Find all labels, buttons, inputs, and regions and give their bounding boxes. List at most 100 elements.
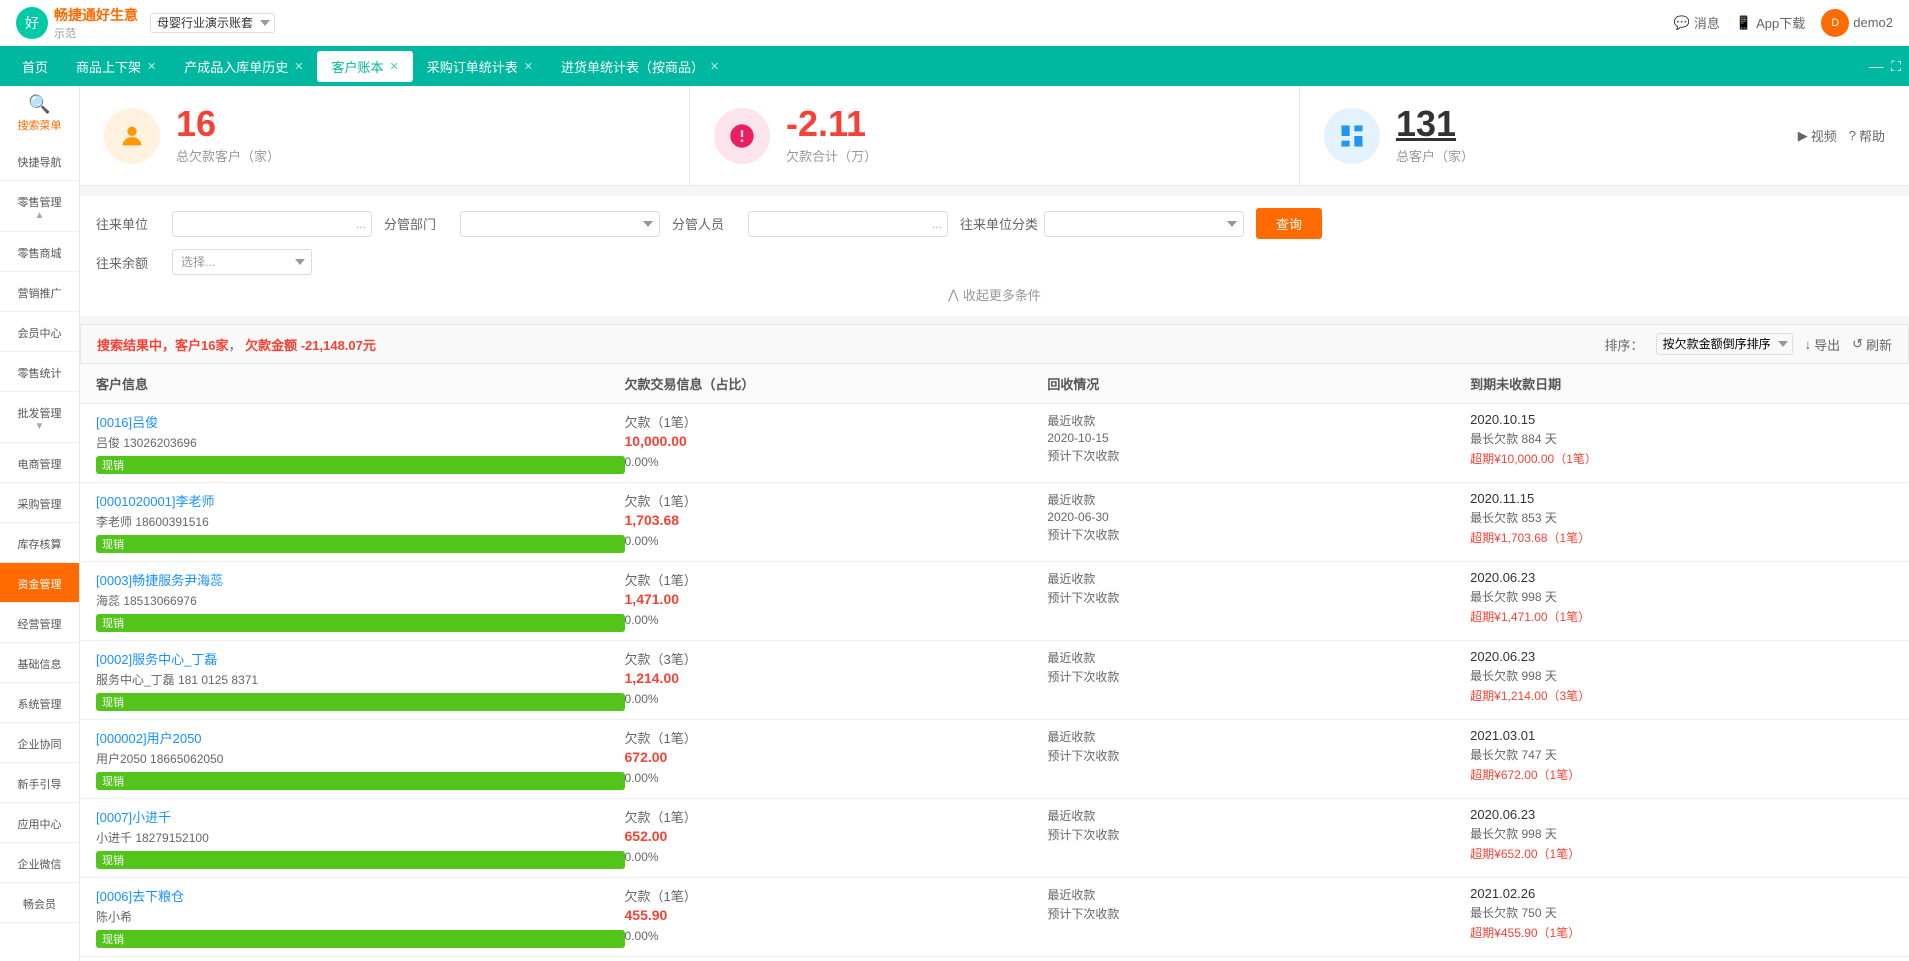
table-row: [0001020001]李老师 李老师 18600391516 现销 欠款（1笔… [80,483,1909,562]
sidebar-item-vip[interactable]: 畅会员 [0,883,79,923]
stat-card-total: 131 总客户（家） ▶ 视频 ? 帮助 [1300,86,1909,185]
sidebar-item-finance[interactable]: 资金管理 [0,563,79,603]
overdue-link[interactable]: 超期¥1,471.00（1笔） [1470,608,1893,625]
overdue-link[interactable]: 超期¥10,000.00（1笔） [1470,450,1893,467]
table-row-content: [0016]吕俊 吕俊 13026203696 现销 欠款（1笔） 10,000… [80,404,1909,482]
sidebar-item-operations[interactable]: 经营管理 [0,603,79,643]
payment-info: 最近收款 预计下次收款 [1047,728,1470,764]
sidebar-item-purchase[interactable]: 采购管理 [0,483,79,523]
table-row: [000001]黄思源 黄思源 13552700226 现销 欠款（1笔） 42… [80,957,1909,961]
video-link[interactable]: ▶ 视频 [1798,126,1837,145]
close-icon[interactable]: ✕ [390,60,399,73]
sidebar-item-guide[interactable]: 新手引导 [0,763,79,803]
overdue-link[interactable]: 超期¥652.00（1笔） [1470,845,1893,862]
collapse-btn[interactable]: ⋀ 收起更多条件 [96,285,1893,304]
filter-balance-select[interactable]: 选择... [172,249,312,275]
filter-customer-input[interactable] [172,211,372,237]
customer-name-link[interactable]: [0006]去下粮仓 [96,886,625,905]
stat-icon-2 [714,108,770,164]
table-header: 客户信息 欠款交易信息（占比） 回收情况 到期未收款日期 [80,364,1909,404]
customer-name-link[interactable]: [0002]服务中心_丁磊 [96,649,625,668]
refresh-link[interactable]: ↺ 刷新 [1852,335,1892,354]
close-icon[interactable]: ✕ [294,60,303,73]
sidebar-item-quick-nav[interactable]: 快捷导航 [0,141,79,181]
filter-row-2: 往来余额 选择... [96,249,1893,275]
avatar: D [1821,9,1849,37]
ellipsis-icon: ... [356,217,366,231]
sidebar-item-ecommerce[interactable]: 电商管理 [0,443,79,483]
customer-info: [0016]吕俊 吕俊 13026203696 现销 [96,412,625,474]
filter-balance: 往来余额 选择... [96,249,312,275]
customer-name-link[interactable]: [0003]畅捷服务尹海蕊 [96,570,625,589]
export-link[interactable]: ↓ 导出 [1805,335,1841,354]
filter-customer-wrapper: ... [172,211,372,237]
stat-card-actions: ▶ 视频 ? 帮助 [1798,126,1885,145]
close-icon[interactable]: ✕ [524,60,533,73]
customer-name-link[interactable]: [0001020001]李老师 [96,491,625,510]
stat-card-amount: -2.11 欠款合计（万） [690,86,1300,185]
sidebar-item-enterprise[interactable]: 企业协同 [0,723,79,763]
close-icon[interactable]: ✕ [710,60,719,73]
sidebar-item-wechat[interactable]: 企业微信 [0,843,79,883]
table-row: [0016]吕俊 吕俊 13026203696 现销 欠款（1笔） 10,000… [80,404,1909,483]
sidebar-item-basic-info[interactable]: 基础信息 [0,643,79,683]
filter-dept: 分管部门 [384,211,660,237]
close-icon[interactable]: ✕ [147,60,156,73]
maximize-icon[interactable]: ⛶ [1891,58,1901,75]
overdue-info: 2020.10.15 最长欠款 884 天 超期¥10,000.00（1笔） [1470,412,1893,467]
sidebar-item-members[interactable]: 会员中心 [0,312,79,352]
overdue-link[interactable]: 超期¥1,703.68（1笔） [1470,529,1893,546]
customer-name-link[interactable]: [0007]小进千 [96,807,625,826]
logo-icon: 好 [16,7,48,39]
tab-home[interactable]: 首页 [8,51,62,82]
chevron-up-icon: ⋀ [948,287,959,303]
sidebar-item-retail-mall[interactable]: 零售商城 [0,232,79,272]
tab-purchase-stats[interactable]: 采购订单统计表 ✕ [413,51,547,82]
overdue-link[interactable]: 超期¥455.90（1笔） [1470,924,1893,941]
sort-select[interactable]: 按欠款金额倒序排序 [1656,333,1793,355]
top-bar-left: 好 畅捷通好生意 示范 母婴行业演示账套 [16,5,275,41]
sidebar-item-retail-stats[interactable]: 零售统计 [0,352,79,392]
top-bar: 好 畅捷通好生意 示范 母婴行业演示账套 💬 消息 📱 App下载 D demo… [0,0,1909,46]
sidebar-item-inventory[interactable]: 库存核算 [0,523,79,563]
query-button[interactable]: 查询 [1256,208,1322,239]
payment-info: 最近收款 预计下次收款 [1047,807,1470,843]
sidebar-item-wholesale-mgmt[interactable]: 批发管理 ▼ [0,392,79,443]
sub-title-link: 示范 [54,25,138,41]
customer-info: [000002]用户2050 用户2050 18665062050 现销 [96,728,625,790]
filter-category-select[interactable] [1044,211,1244,237]
refresh-icon: ↺ [1852,336,1863,352]
export-icon: ↓ [1805,337,1812,352]
stat-icon-1 [104,108,160,164]
sidebar-item-retail-mgmt[interactable]: 零售管理 ▲ [0,181,79,232]
table-container: 客户信息 欠款交易信息（占比） 回收情况 到期未收款日期 [0016]吕俊 吕俊… [80,364,1909,961]
minimize-icon[interactable]: — [1869,58,1883,74]
overdue-link[interactable]: 超期¥1,214.00（3笔） [1470,687,1893,704]
help-link[interactable]: ? 帮助 [1849,126,1885,145]
tab-product-onoff[interactable]: 商品上下架 ✕ [62,51,170,82]
customer-name-link[interactable]: [000002]用户2050 [96,728,625,747]
system-select[interactable]: 母婴行业演示账套 [150,13,275,33]
filter-person-input[interactable] [748,211,948,237]
app-download-action[interactable]: 📱 App下载 [1736,13,1805,32]
filter-category-label: 往来单位分类 [960,214,1038,233]
customer-info: [0007]小进千 小进千 18279152100 现销 [96,807,625,869]
user-action[interactable]: D demo2 [1821,9,1893,37]
col-payment-info: 回收情况 [1047,374,1470,393]
sidebar-item-marketing[interactable]: 营销推广 [0,272,79,312]
customer-name-link[interactable]: [0016]吕俊 [96,412,625,431]
filter-area: 往来单位 ... 分管部门 分管人员 ... [80,196,1909,316]
col-customer-info: 客户信息 [96,374,625,393]
sidebar-search[interactable]: 🔍 搜索菜单 [0,86,79,141]
filter-dept-select[interactable] [460,211,660,237]
tab-production-history[interactable]: 产成品入库单历史 ✕ [170,51,317,82]
results-bar: 搜索结果中，客户16家， 欠款金额 -21,148.07元 排序： 按欠款金额倒… [80,324,1909,364]
filter-balance-label: 往来余额 [96,253,166,272]
sidebar-item-system[interactable]: 系统管理 [0,683,79,723]
tab-customer-account[interactable]: 客户账本 ✕ [317,51,412,82]
message-action[interactable]: 💬 消息 [1674,13,1720,32]
filter-category: 往来单位分类 [960,211,1244,237]
tab-purchase-product-stats[interactable]: 进货单统计表（按商品） ✕ [547,51,733,82]
sidebar-item-app-center[interactable]: 应用中心 [0,803,79,843]
overdue-link[interactable]: 超期¥672.00（1笔） [1470,766,1893,783]
